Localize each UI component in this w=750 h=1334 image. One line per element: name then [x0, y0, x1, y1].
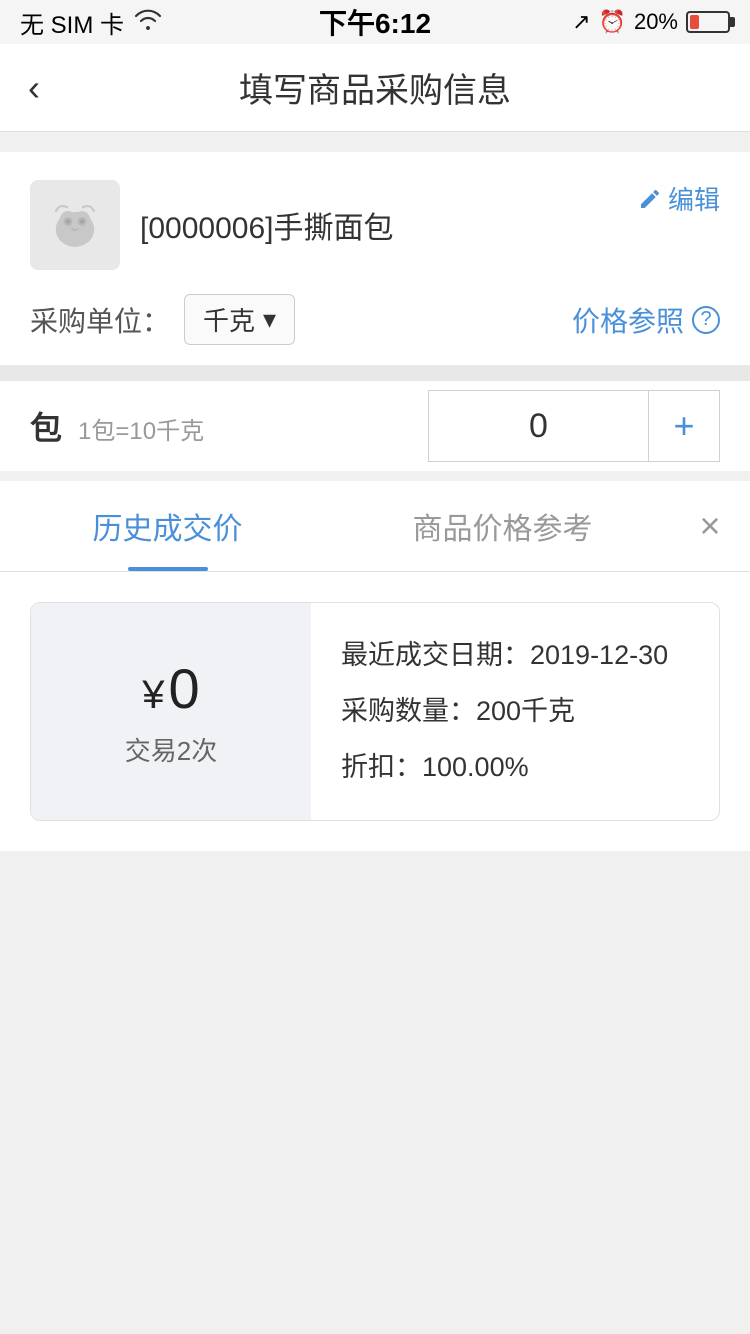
history-content: ¥0 交易2次 最近成交日期：2019-12-30 采购数量：200千克 折扣：…	[0, 572, 750, 851]
alarm-icon: ⏰	[599, 9, 626, 35]
chevron-down-icon: ▾	[263, 304, 276, 335]
quantity-input-group: +	[428, 390, 720, 462]
battery-percent: 20%	[634, 9, 678, 35]
wifi-icon	[134, 8, 162, 37]
status-left: 无 SIM 卡	[20, 5, 162, 40]
purchase-unit-row: 采购单位： 千克 ▾ 价格参照 ?	[30, 294, 720, 345]
tab-history-price[interactable]: 历史成交价	[0, 481, 335, 571]
product-left: [0000006]手撕面包	[30, 180, 393, 270]
back-button[interactable]: ‹	[28, 67, 40, 109]
product-header: [0000006]手撕面包 编辑	[30, 180, 720, 270]
product-section: [0000006]手撕面包 编辑 采购单位： 千克 ▾ 价格参照 ?	[0, 152, 750, 365]
tabs-close-button[interactable]: ×	[670, 505, 750, 547]
purchase-unit-left: 采购单位： 千克 ▾	[30, 294, 295, 345]
quantity-label: 包 1包=10千克	[30, 403, 204, 449]
quantity-input[interactable]	[428, 390, 648, 462]
page-title: 填写商品采购信息	[239, 63, 511, 112]
carrier-label: 无 SIM 卡	[20, 5, 124, 40]
quantity-row: 包 1包=10千克 +	[0, 381, 750, 471]
quantity-plus-button[interactable]: +	[648, 390, 720, 462]
purchase-qty-row: 采购数量：200千克	[341, 693, 689, 731]
product-name: [0000006]手撕面包	[140, 203, 393, 247]
price-ref-help-icon: ?	[692, 306, 720, 334]
status-right: ↗ ⏰ 20%	[572, 9, 730, 35]
status-bar: 无 SIM 卡 下午6:12 ↗ ⏰ 20%	[0, 0, 750, 44]
location-icon: ↗	[572, 9, 590, 35]
recent-date-row: 最近成交日期：2019-12-30	[341, 637, 689, 675]
quantity-unit: 包	[30, 403, 62, 449]
status-time: 下午6:12	[319, 2, 431, 42]
product-image-icon	[40, 190, 110, 260]
unit-select-dropdown[interactable]: 千克 ▾	[184, 294, 295, 345]
nav-bar: ‹ 填写商品采购信息	[0, 44, 750, 132]
yen-symbol: ¥	[142, 673, 164, 717]
trade-count: 交易2次	[125, 731, 217, 768]
tab-product-price-ref[interactable]: 商品价格参考	[335, 481, 670, 571]
edit-icon	[638, 187, 662, 211]
edit-button[interactable]: 编辑	[638, 180, 720, 217]
product-thumbnail	[30, 180, 120, 270]
quantity-conversion: 1包=10千克	[78, 411, 204, 446]
purchase-unit-label: 采购单位：	[30, 300, 170, 340]
card-details: 最近成交日期：2019-12-30 采购数量：200千克 折扣：100.00%	[311, 603, 719, 820]
tabs-section: 历史成交价 商品价格参考 × ¥0 交易2次 最近成交日期：2019-12-30	[0, 481, 750, 851]
main-content: 历史成交价 商品价格参考 × ¥0 交易2次 最近成交日期：2019-12-30	[0, 481, 750, 1181]
tabs-header: 历史成交价 商品价格参考 ×	[0, 481, 750, 572]
price-value: 0	[169, 657, 200, 720]
discount-row: 折扣：100.00%	[341, 749, 689, 787]
history-card: ¥0 交易2次 最近成交日期：2019-12-30 采购数量：200千克 折扣：…	[30, 602, 720, 821]
price-display: ¥0	[142, 656, 199, 721]
price-reference-button[interactable]: 价格参照 ?	[572, 300, 720, 340]
battery-icon	[686, 11, 730, 33]
card-price-summary: ¥0 交易2次	[31, 603, 311, 820]
section-divider	[0, 365, 750, 381]
